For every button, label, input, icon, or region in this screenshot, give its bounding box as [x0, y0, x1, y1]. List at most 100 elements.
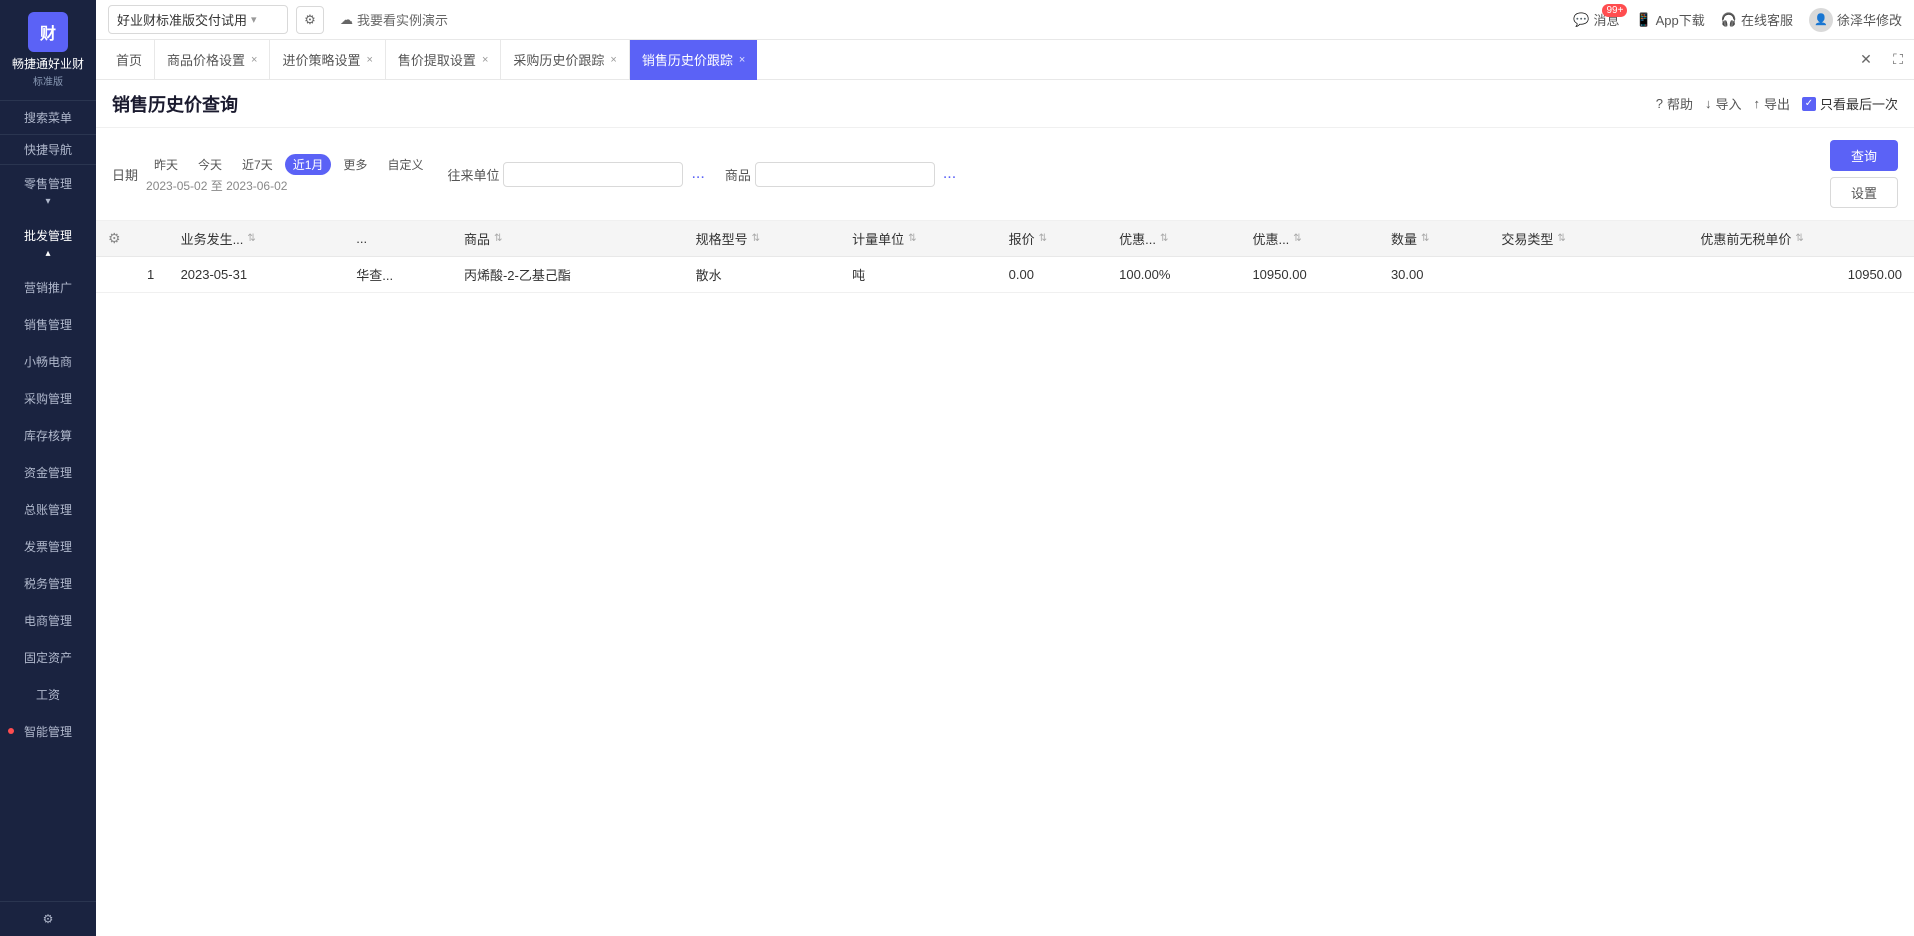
th-biz-date[interactable]: 业务发生... ⇅ [169, 221, 345, 257]
user-menu-button[interactable]: 👤 徐泽华修改 [1809, 8, 1902, 32]
tab-purchase-strategy-close[interactable]: × [366, 54, 372, 66]
sidebar-item-tax[interactable]: 税务管理 [0, 565, 96, 602]
sort-icon-product: ⇅ [494, 233, 502, 244]
tab-sales-history-close[interactable]: × [739, 54, 745, 66]
date-btn-more[interactable]: 更多 [335, 154, 375, 175]
date-btn-last1m[interactable]: 近1月 [285, 154, 332, 175]
sidebar-item-label: 资金管理 [24, 464, 72, 481]
sidebar-item-sales[interactable]: 销售管理 [0, 306, 96, 343]
tab-price-settings[interactable]: 商品价格设置 × [155, 40, 270, 80]
source-unit-filter: 往来单位 ... [447, 162, 708, 187]
main-content: 好业财标准版交付试用 ▾ ⚙ ☁ 我要看实例演示 💬 消息 99+ 📱 App下… [96, 0, 1914, 936]
app-version: 标准版 [33, 73, 63, 88]
date-options: 昨天 今天 近7天 近1月 更多 自定义 [146, 154, 431, 175]
row-num-cell: 1 [133, 257, 169, 293]
online-service-button[interactable]: 🎧 在线客服 [1721, 10, 1793, 29]
sidebar-item-label: 零售管理 [24, 175, 72, 192]
row-discount1: 100.00% [1107, 257, 1240, 293]
row-discount2-value: 10950.00 [1252, 267, 1306, 282]
app-download-button[interactable]: 📱 App下载 [1635, 10, 1704, 29]
sidebar-item-ecommerce[interactable]: 电商管理 [0, 602, 96, 639]
page-header-actions: ? 帮助 ↓ 导入 ↑ 导出 ✓ 只看最后一次 [1656, 94, 1898, 113]
tab-sales-history-label: 销售历史价跟踪 [642, 50, 733, 69]
source-unit-label: 往来单位 [447, 165, 499, 184]
import-icon: ↓ [1705, 96, 1712, 111]
demo-button[interactable]: ☁ 我要看实例演示 [340, 10, 448, 29]
source-unit-input[interactable] [503, 162, 683, 187]
product-input[interactable] [755, 162, 935, 187]
th-discount2[interactable]: 优惠... ⇅ [1240, 221, 1378, 257]
only-last-checkbox[interactable]: ✓ [1802, 97, 1816, 111]
sort-icon-pretax-price: ⇅ [1795, 233, 1803, 244]
tab-home[interactable]: 首页 [104, 40, 155, 80]
source-unit-dots-button[interactable]: ... [687, 165, 708, 183]
sidebar-item-label: 采购管理 [24, 390, 72, 407]
sidebar-search[interactable]: 搜索菜单 [0, 101, 96, 135]
row-product-value: 丙烯酸-2-乙基己酯 [464, 268, 571, 283]
th-price-label: 报价 [1009, 229, 1035, 248]
th-more[interactable]: ... [344, 221, 452, 257]
th-price[interactable]: 报价 ⇅ [997, 221, 1107, 257]
sidebar: 财 畅捷通好业财 标准版 搜索菜单 快捷导航 零售管理 ▾ 批发管理 ▴ 营销推… [0, 0, 96, 936]
row-discount2: 10950.00 [1240, 257, 1378, 293]
tab-purchase-history-close[interactable]: × [610, 54, 616, 66]
tab-price-settings-label: 商品价格设置 [167, 50, 245, 69]
only-last-checkbox-label[interactable]: ✓ 只看最后一次 [1802, 94, 1898, 113]
sidebar-item-invoice[interactable]: 发票管理 [0, 528, 96, 565]
tab-purchase-strategy[interactable]: 进价策略设置 × [270, 40, 385, 80]
import-button[interactable]: ↓ 导入 [1705, 94, 1742, 113]
sidebar-item-finance[interactable]: 资金管理 [0, 454, 96, 491]
th-discount1-label: 优惠... [1119, 229, 1156, 248]
th-trade-type[interactable]: 交易类型 ⇅ [1489, 221, 1646, 257]
sidebar-quick-nav[interactable]: 快捷导航 [0, 135, 96, 165]
table-area: ⚙ 业务发生... ⇅ ... [96, 221, 1914, 936]
date-btn-today[interactable]: 今天 [190, 154, 230, 175]
cloud-icon: ☁ [340, 12, 353, 28]
th-unit[interactable]: 计量单位 ⇅ [840, 221, 997, 257]
settings-gear-button[interactable]: ⚙ [296, 6, 324, 34]
window-close-button[interactable]: ✕ [1850, 40, 1882, 80]
avatar: 👤 [1809, 8, 1833, 32]
th-product[interactable]: 商品 ⇅ [452, 221, 684, 257]
th-discount1[interactable]: 优惠... ⇅ [1107, 221, 1240, 257]
page-header: 销售历史价查询 ? 帮助 ↓ 导入 ↑ 导出 ✓ 只看最后一次 [96, 80, 1914, 128]
filter-settings-button[interactable]: 设置 [1830, 177, 1898, 208]
export-button[interactable]: ↑ 导出 [1753, 94, 1790, 113]
date-btn-yesterday[interactable]: 昨天 [146, 154, 186, 175]
messages-button[interactable]: 💬 消息 99+ [1573, 10, 1619, 29]
th-pretax-price[interactable]: 优惠前无税单价 ⇅ [1688, 221, 1914, 257]
query-button[interactable]: 查询 [1830, 140, 1898, 171]
tab-price-extract[interactable]: 售价提取设置 × [386, 40, 501, 80]
row-qty: 30.00 [1379, 257, 1489, 293]
tab-price-extract-close[interactable]: × [482, 54, 488, 66]
tab-sales-history[interactable]: 销售历史价跟踪 × [630, 40, 757, 80]
date-filter-group: 日期 昨天 今天 近7天 近1月 更多 自定义 2023-05-02 至 202… [112, 154, 431, 194]
sidebar-item-wholesale[interactable]: 批发管理 ▴ [0, 217, 96, 269]
chevron-down-icon: ▾ [45, 196, 50, 207]
sidebar-item-label: 工资 [36, 686, 60, 703]
sidebar-item-salary[interactable]: 工资 [0, 676, 96, 713]
tab-price-settings-close[interactable]: × [251, 54, 257, 66]
sidebar-item-assets[interactable]: 固定资产 [0, 639, 96, 676]
row-num: 1 [147, 267, 154, 282]
sidebar-item-ledger[interactable]: 总账管理 [0, 491, 96, 528]
th-spec[interactable]: 规格型号 ⇅ [684, 221, 841, 257]
date-range-text: 2023-05-02 至 2023-06-02 [146, 177, 431, 194]
date-btn-last7[interactable]: 近7天 [234, 154, 281, 175]
window-maximize-button[interactable]: ⛶ [1882, 40, 1914, 80]
sidebar-item-smart[interactable]: 智能管理 [0, 713, 96, 750]
sidebar-item-retail[interactable]: 零售管理 ▾ [0, 165, 96, 217]
sidebar-item-ecommerce-small[interactable]: 小畅电商 [0, 343, 96, 380]
th-qty[interactable]: 数量 ⇅ [1379, 221, 1489, 257]
help-button[interactable]: ? 帮助 [1656, 94, 1693, 113]
product-dots-button[interactable]: ... [939, 165, 960, 183]
tab-purchase-history[interactable]: 采购历史价跟踪 × [501, 40, 629, 80]
sidebar-settings-button[interactable]: ⚙ [0, 901, 96, 936]
table-gear-icon[interactable]: ⚙ [108, 230, 121, 246]
version-selector[interactable]: 好业财标准版交付试用 ▾ [108, 5, 288, 34]
date-btn-custom[interactable]: 自定义 [379, 154, 431, 175]
row-more-value: 华查... [356, 268, 393, 283]
sidebar-item-inventory[interactable]: 库存核算 [0, 417, 96, 454]
sidebar-item-marketing[interactable]: 营销推广 [0, 269, 96, 306]
sidebar-item-purchase[interactable]: 采购管理 [0, 380, 96, 417]
